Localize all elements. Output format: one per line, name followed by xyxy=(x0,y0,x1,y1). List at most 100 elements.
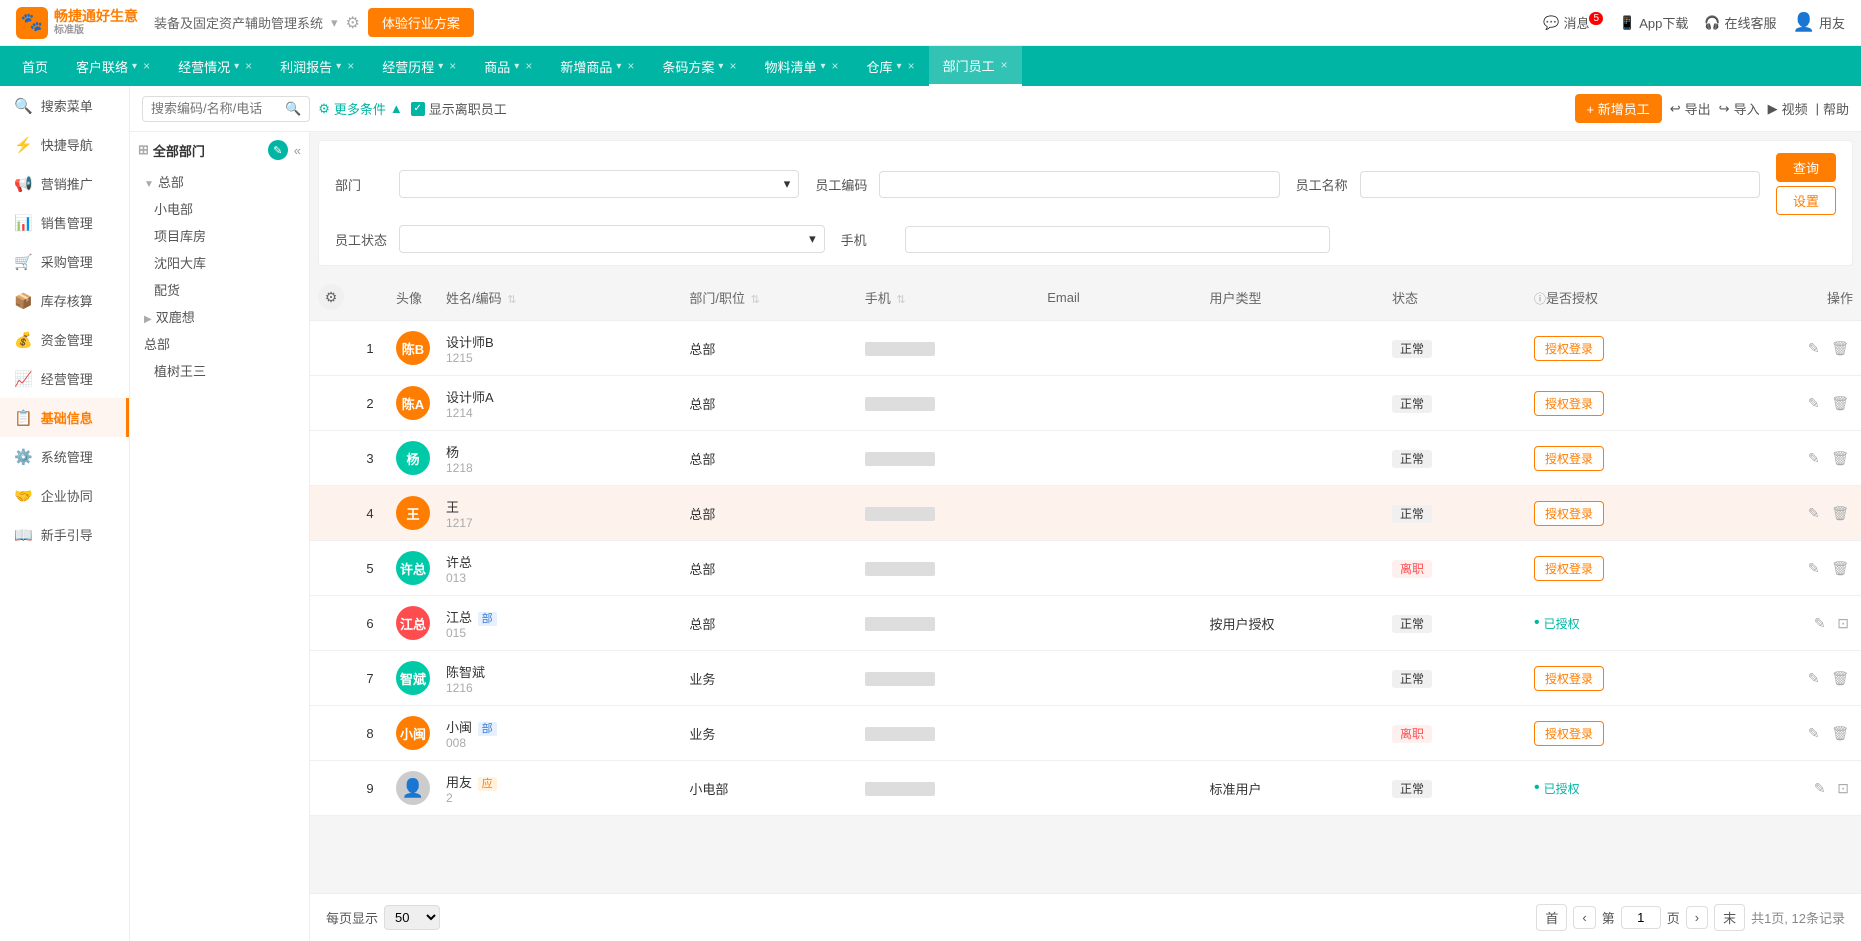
prev-page-button[interactable]: ‹ xyxy=(1573,906,1595,929)
close-icon[interactable]: × xyxy=(245,59,252,73)
edit-button[interactable]: ✎ xyxy=(1810,778,1830,799)
edit-button[interactable]: ✎ xyxy=(1804,338,1824,359)
auth-button[interactable]: 授权登录 xyxy=(1534,556,1604,581)
close-icon[interactable]: × xyxy=(143,59,150,73)
sidebar-item-marketing[interactable]: 📢 营销推广 xyxy=(0,164,129,203)
close-icon[interactable]: × xyxy=(832,59,839,73)
settings-icon[interactable]: ⚙ xyxy=(346,13,360,33)
import-button[interactable]: ↪ 导入 xyxy=(1719,99,1760,118)
page-size-select[interactable]: 50 100 200 xyxy=(384,905,440,930)
emp-name-input[interactable] xyxy=(1360,171,1760,198)
reset-button[interactable]: 设置 xyxy=(1776,186,1836,215)
dept-node-zongbu-parent[interactable]: ▼总部 xyxy=(138,168,301,195)
page-input[interactable] xyxy=(1621,906,1661,929)
edit-button[interactable]: ✎ xyxy=(1804,723,1824,744)
close-icon[interactable]: × xyxy=(525,59,532,73)
sidebar-item-shortcuts[interactable]: ⚡ 快捷导航 xyxy=(0,125,129,164)
copy-button[interactable]: ⊡ xyxy=(1833,778,1853,799)
show-inactive-checkbox[interactable]: ✓ xyxy=(411,102,425,116)
query-button[interactable]: 查询 xyxy=(1776,153,1836,182)
emp-code-input[interactable] xyxy=(879,171,1279,198)
trial-button[interactable]: 体验行业方案 xyxy=(368,8,474,37)
close-icon[interactable]: × xyxy=(729,59,736,73)
add-employee-button[interactable]: + 新增员工 xyxy=(1575,94,1662,123)
sidebar-item-system[interactable]: ⚙️ 系统管理 xyxy=(0,437,129,476)
emp-status-select[interactable]: ▾ xyxy=(399,225,825,253)
auth-button[interactable]: 授权登录 xyxy=(1534,501,1604,526)
sidebar-item-purchase[interactable]: 🛒 采购管理 xyxy=(0,242,129,281)
delete-button[interactable]: 🗑 xyxy=(1827,393,1853,414)
next-page-button[interactable]: › xyxy=(1686,906,1708,929)
edit-button[interactable]: ✎ xyxy=(1810,613,1830,634)
close-icon[interactable]: × xyxy=(627,59,634,73)
edit-button[interactable]: ✎ xyxy=(1804,448,1824,469)
col-phone[interactable]: 手机 ⇅ xyxy=(857,274,1040,321)
tab-goods[interactable]: 商品 ▾ × xyxy=(470,46,546,86)
auth-button[interactable]: 授权登录 xyxy=(1534,446,1604,471)
delete-button[interactable]: 🗑 xyxy=(1827,723,1853,744)
sidebar-item-finance[interactable]: 💰 资金管理 xyxy=(0,320,129,359)
dept-collapse-button[interactable]: « xyxy=(294,143,301,158)
close-icon[interactable]: × xyxy=(449,59,456,73)
dept-node-zhishu[interactable]: 植树王三 xyxy=(138,357,301,384)
dept-edit-button[interactable]: ✎ xyxy=(268,140,288,160)
tab-employees[interactable]: 部门员工 × xyxy=(929,46,1022,86)
tab-history[interactable]: 经营历程 ▾ × xyxy=(368,46,470,86)
sidebar-item-inventory[interactable]: 📦 库存核算 xyxy=(0,281,129,320)
dept-node-peihuo[interactable]: 配货 xyxy=(138,276,301,303)
tab-profit[interactable]: 利润报告 ▾ × xyxy=(266,46,368,86)
app-download-button[interactable]: 📱 App下载 xyxy=(1619,13,1688,32)
close-icon[interactable]: × xyxy=(908,59,915,73)
auth-button[interactable]: 授权登录 xyxy=(1534,666,1604,691)
dept-node-shenyang[interactable]: 沈阳大库 xyxy=(138,249,301,276)
search-input[interactable] xyxy=(151,101,281,116)
auth-button[interactable]: 授权登录 xyxy=(1534,336,1604,361)
delete-button[interactable]: 🗑 xyxy=(1827,558,1853,579)
help-button[interactable]: | 帮助 xyxy=(1816,99,1849,118)
sidebar-item-sales[interactable]: 📊 销售管理 xyxy=(0,203,129,242)
tab-home[interactable]: 首页 xyxy=(8,46,62,86)
delete-button[interactable]: 🗑 xyxy=(1827,668,1853,689)
dept-node-project[interactable]: 项目库房 xyxy=(138,222,301,249)
dept-node-shuanglu[interactable]: ▶双鹿想 xyxy=(138,303,301,330)
sidebar-item-search[interactable]: 🔍 搜索菜单 xyxy=(0,86,129,125)
dept-node-zongbu[interactable]: 总部 xyxy=(138,330,301,357)
delete-button[interactable]: 🗑 xyxy=(1827,503,1853,524)
edit-button[interactable]: ✎ xyxy=(1804,503,1824,524)
tab-warehouse[interactable]: 仓库 ▾ × xyxy=(853,46,929,86)
first-page-button[interactable]: 首 xyxy=(1536,904,1567,931)
auth-button[interactable]: 授权登录 xyxy=(1534,721,1604,746)
edit-button[interactable]: ✎ xyxy=(1804,668,1824,689)
phone-input[interactable] xyxy=(905,226,1331,253)
user-menu-button[interactable]: 👤 用友 xyxy=(1793,12,1845,33)
sidebar-item-collab[interactable]: 🤝 企业协同 xyxy=(0,476,129,515)
sidebar-item-management[interactable]: 📈 经营管理 xyxy=(0,359,129,398)
tab-customer[interactable]: 客户联络 ▾ × xyxy=(62,46,164,86)
tab-operation[interactable]: 经营情况 ▾ × xyxy=(164,46,266,86)
tab-bom[interactable]: 物料清单 ▾ × xyxy=(750,46,852,86)
close-icon[interactable]: × xyxy=(347,59,354,73)
sidebar-item-guide[interactable]: 📖 新手引导 xyxy=(0,515,129,554)
tab-add-goods[interactable]: 新增商品 ▾ × xyxy=(546,46,648,86)
dept-filter-select[interactable]: ▾ xyxy=(399,170,799,198)
copy-button[interactable]: ⊡ xyxy=(1833,613,1853,634)
col-name[interactable]: 姓名/编码 ⇅ xyxy=(438,274,681,321)
dept-node-xiaodibu[interactable]: 小电部 xyxy=(138,195,301,222)
edit-button[interactable]: ✎ xyxy=(1804,393,1824,414)
delete-button[interactable]: 🗑 xyxy=(1827,338,1853,359)
table-settings-button[interactable]: ⚙ xyxy=(318,284,344,310)
view-button[interactable]: ▶ 视频 xyxy=(1768,99,1808,118)
delete-button[interactable]: 🗑 xyxy=(1827,448,1853,469)
message-button[interactable]: 💬 消息 5 xyxy=(1543,13,1603,32)
auth-button[interactable]: 授权登录 xyxy=(1534,391,1604,416)
export-button[interactable]: ↩ 导出 xyxy=(1670,99,1711,118)
col-dept[interactable]: 部门/职位 ⇅ xyxy=(681,274,856,321)
last-page-button[interactable]: 末 xyxy=(1714,904,1745,931)
dropdown-arrow-icon[interactable]: ▾ xyxy=(331,15,338,31)
show-inactive-toggle[interactable]: ✓ 显示离职员工 xyxy=(411,99,507,118)
more-filter-button[interactable]: ⚙ 更多条件 ▲ xyxy=(318,99,403,118)
close-icon[interactable]: × xyxy=(1001,58,1008,72)
online-support-button[interactable]: 🎧 在线客服 xyxy=(1704,13,1776,32)
tab-barcode[interactable]: 条码方案 ▾ × xyxy=(648,46,750,86)
edit-button[interactable]: ✎ xyxy=(1804,558,1824,579)
